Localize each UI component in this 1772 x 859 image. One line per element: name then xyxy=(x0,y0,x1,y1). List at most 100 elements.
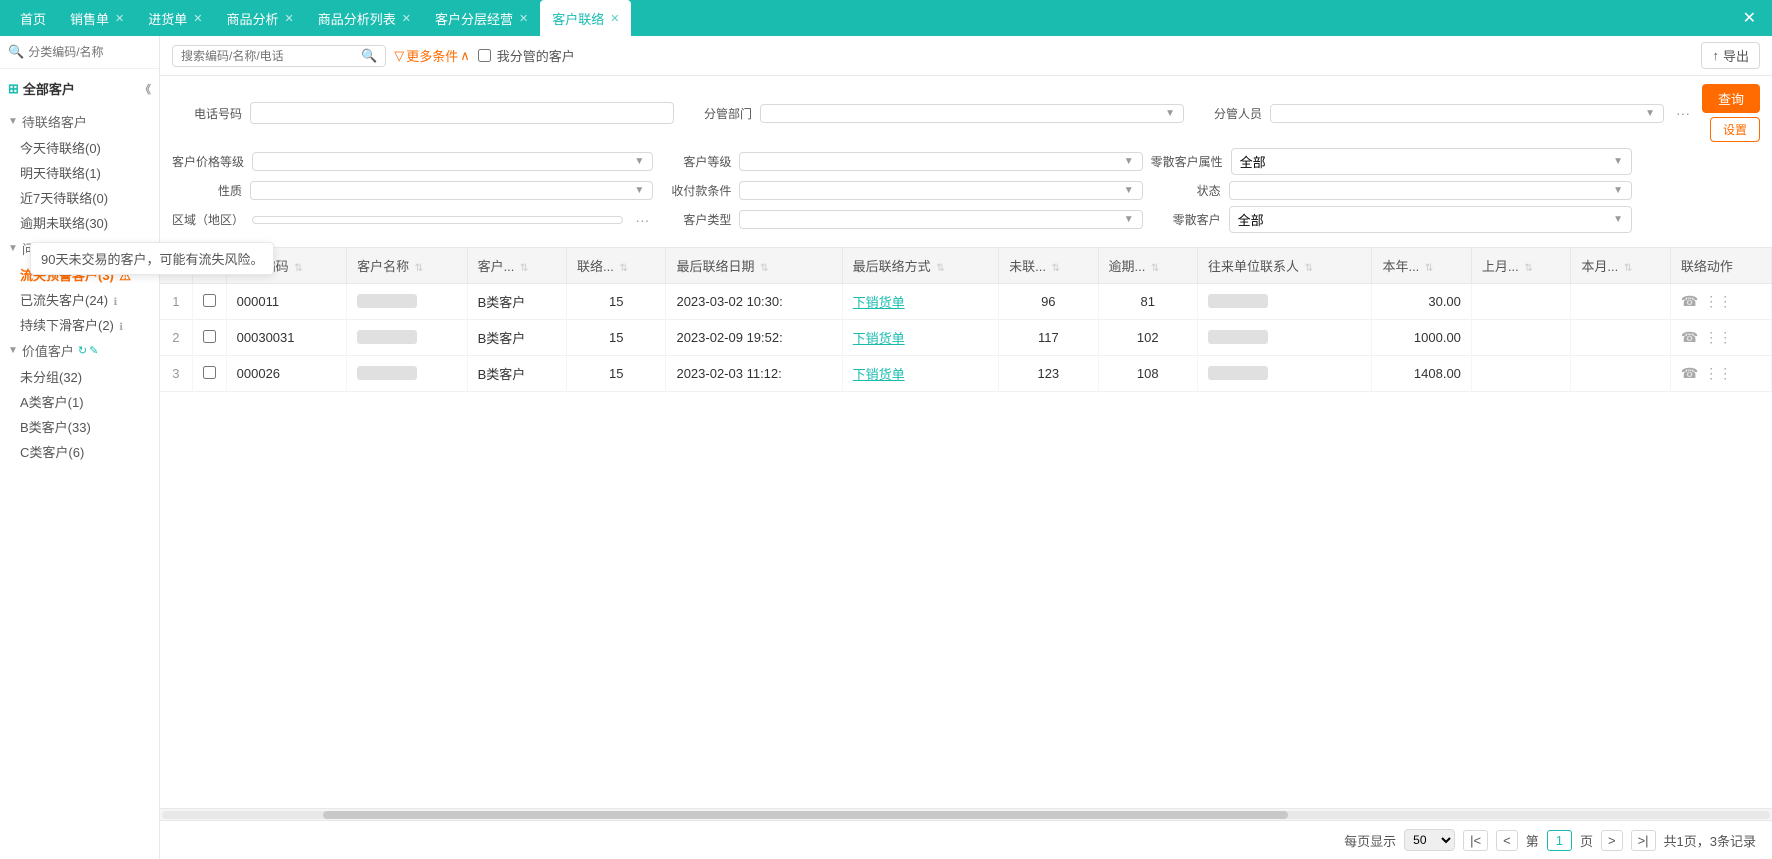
tab-customer-contact-close[interactable]: ✕ xyxy=(610,12,619,25)
col-contact-count[interactable]: 联络... ⇅ xyxy=(567,248,666,284)
sidebar-item-declining[interactable]: 持续下滑客户(2) ℹ xyxy=(0,312,159,337)
col-overdue[interactable]: 逾期... ⇅ xyxy=(1098,248,1197,284)
tab-sales-close[interactable]: ✕ xyxy=(115,12,124,25)
tab-customer-layer-close[interactable]: ✕ xyxy=(519,12,528,25)
tooltip-box: 90天未交易的客户，可能有流失风险。 xyxy=(30,242,160,275)
row-num-0: 1 xyxy=(160,284,192,320)
tab-product-analysis[interactable]: 商品分析 ✕ xyxy=(214,0,305,36)
row-contact-count-0: 15 xyxy=(567,284,666,320)
row-contact-person-1 xyxy=(1198,320,1372,356)
page-next-button[interactable]: > xyxy=(1601,830,1623,851)
scrollbar-track[interactable] xyxy=(162,811,1770,819)
col-contact-person[interactable]: 往来单位联系人 ⇅ xyxy=(1198,248,1372,284)
page-prev-button[interactable]: < xyxy=(1496,830,1518,851)
filter-select-zero-customer[interactable]: 全部 ▼ xyxy=(1229,206,1632,233)
settings-button[interactable]: 设置 xyxy=(1710,117,1760,142)
page-label-before: 第 xyxy=(1526,831,1539,850)
page-size-select[interactable]: 50 100 xyxy=(1404,829,1455,851)
person-more-btn[interactable]: ··· xyxy=(1672,105,1694,121)
filter-select-status[interactable]: ▼ xyxy=(1229,181,1632,200)
horizontal-scrollbar[interactable] xyxy=(160,808,1772,820)
filter-select-zero-attr[interactable]: 全部 ▼ xyxy=(1231,148,1632,175)
action-contact-icon-2[interactable]: ☎ xyxy=(1681,365,1698,382)
col-this-year[interactable]: 本年... ⇅ xyxy=(1372,248,1471,284)
row-overdue-2: 108 xyxy=(1098,356,1197,392)
window-close-button[interactable]: ✕ xyxy=(1735,4,1764,32)
filter-manage-checkbox[interactable]: 我分管的客户 xyxy=(478,46,575,65)
action-more-icon-0[interactable]: ⋮⋮ xyxy=(1704,293,1732,310)
region-more-btn[interactable]: ··· xyxy=(631,212,653,228)
filter-row-4: 区域（地区） ··· 客户类型 ▼ 零散客户 全部 ▼ xyxy=(172,206,1760,233)
sidebar-item-ungrouped[interactable]: 未分组(32) xyxy=(0,364,159,389)
page-first-button[interactable]: |< xyxy=(1463,830,1488,851)
col-last-contact-method[interactable]: 最后联络方式 ⇅ xyxy=(842,248,998,284)
edit-icon[interactable]: ✎ xyxy=(89,344,98,357)
filter-select-type[interactable]: ▼ xyxy=(739,210,1142,229)
tab-purchase[interactable]: 进货单 ✕ xyxy=(136,0,214,36)
filter-field-region: 区域（地区） ··· xyxy=(172,211,653,228)
sidebar-item-class-b[interactable]: B类客户(33) xyxy=(0,414,159,439)
sidebar-search-input[interactable] xyxy=(28,45,160,59)
filter-search-icon[interactable]: 🔍 xyxy=(361,48,377,64)
page-last-button[interactable]: >| xyxy=(1631,830,1656,851)
filter-field-nature: 性质 ▼ xyxy=(172,181,653,200)
sidebar-group-value-title[interactable]: ▼ 价值客户 ↻ ✎ xyxy=(0,337,159,364)
tab-product-analysis-close[interactable]: ✕ xyxy=(285,12,294,25)
tab-purchase-close[interactable]: ✕ xyxy=(193,12,202,25)
tab-customer-layer[interactable]: 客户分层经营 ✕ xyxy=(423,0,540,36)
sidebar-item-churned[interactable]: 已流失客户(24) ℹ xyxy=(0,287,159,312)
sidebar-item-class-c[interactable]: C类客户(6) xyxy=(0,439,159,464)
filter-select-person[interactable]: ▼ xyxy=(1270,104,1664,123)
action-contact-icon-0[interactable]: ☎ xyxy=(1681,293,1698,310)
filter-select-region[interactable] xyxy=(252,216,623,224)
col-uncontacted[interactable]: 未联... ⇅ xyxy=(999,248,1098,284)
grade-arrow: ▼ xyxy=(1124,156,1134,167)
filter-field-price-grade: 客户价格等级 ▼ xyxy=(172,152,653,171)
col-this-month[interactable]: 本月... ⇅ xyxy=(1571,248,1670,284)
tab-product-list-close[interactable]: ✕ xyxy=(402,12,411,25)
sidebar-item-overdue[interactable]: 逾期未联络(30) xyxy=(0,210,159,235)
tab-home[interactable]: 首页 xyxy=(8,0,58,36)
query-button[interactable]: 查询 xyxy=(1702,84,1760,113)
filter-select-price-grade[interactable]: ▼ xyxy=(252,152,653,171)
row-checkbox-2[interactable] xyxy=(192,356,226,392)
filter-panel: 电话号码 分管部门 ▼ 分管人员 ▼ ··· 查询 xyxy=(160,76,1772,248)
filter-bar: 🔍 ▽ 更多条件 ∧ 我分管的客户 ↑ 导出 xyxy=(160,36,1772,76)
filter-select-dept[interactable]: ▼ xyxy=(760,104,1184,123)
row-code-1: 00030031 xyxy=(226,320,346,356)
col-name[interactable]: 客户名称 ⇅ xyxy=(347,248,467,284)
row-checkbox-0[interactable] xyxy=(192,284,226,320)
sidebar-item-today[interactable]: 今天待联络(0) xyxy=(0,135,159,160)
table-row: 1 000011 B类客户 15 2023-03-02 10:30: 下销货单 … xyxy=(160,284,1772,320)
row-uncontacted-1: 117 xyxy=(999,320,1098,356)
action-more-icon-1[interactable]: ⋮⋮ xyxy=(1704,329,1732,346)
tab-sales[interactable]: 销售单 ✕ xyxy=(58,0,136,36)
action-contact-icon-1[interactable]: ☎ xyxy=(1681,329,1698,346)
filter-select-grade[interactable]: ▼ xyxy=(739,152,1142,171)
manage-checkbox-input[interactable] xyxy=(478,49,491,62)
filter-select-payment[interactable]: ▼ xyxy=(739,181,1142,200)
sidebar-item-7days[interactable]: 近7天待联络(0) xyxy=(0,185,159,210)
sidebar-item-tomorrow[interactable]: 明天待联络(1) xyxy=(0,160,159,185)
sidebar-all-customers[interactable]: ⊞ 全部客户 《 xyxy=(8,75,151,102)
filter-row-3: 性质 ▼ 收付款条件 ▼ 状态 ▼ xyxy=(172,181,1760,200)
row-this-month-0 xyxy=(1571,284,1670,320)
row-checkbox-1[interactable] xyxy=(192,320,226,356)
filter-search-input[interactable] xyxy=(181,49,361,63)
col-last-month[interactable]: 上月... ⇅ xyxy=(1471,248,1570,284)
tab-product-list[interactable]: 商品分析列表 ✕ xyxy=(306,0,423,36)
sidebar-group-pending-title[interactable]: ▼ 待联络客户 xyxy=(0,108,159,135)
churned-info-icon: ℹ xyxy=(113,297,117,308)
col-last-contact-date[interactable]: 最后联络日期 ⇅ xyxy=(666,248,842,284)
scrollbar-thumb[interactable] xyxy=(323,811,1288,819)
sidebar-item-class-a[interactable]: A类客户(1) xyxy=(0,389,159,414)
col-grade[interactable]: 客户... ⇅ xyxy=(467,248,566,284)
action-more-icon-2[interactable]: ⋮⋮ xyxy=(1704,365,1732,382)
refresh-icon[interactable]: ↻ xyxy=(78,344,87,357)
export-button[interactable]: ↑ 导出 xyxy=(1701,42,1760,69)
filter-select-nature[interactable]: ▼ xyxy=(250,181,653,200)
filter-input-phone[interactable] xyxy=(250,102,674,124)
type-arrow: ▼ xyxy=(1124,214,1134,225)
tab-customer-contact[interactable]: 客户联络 ✕ xyxy=(540,0,631,36)
filter-more-button[interactable]: ▽ 更多条件 ∧ xyxy=(394,46,470,65)
